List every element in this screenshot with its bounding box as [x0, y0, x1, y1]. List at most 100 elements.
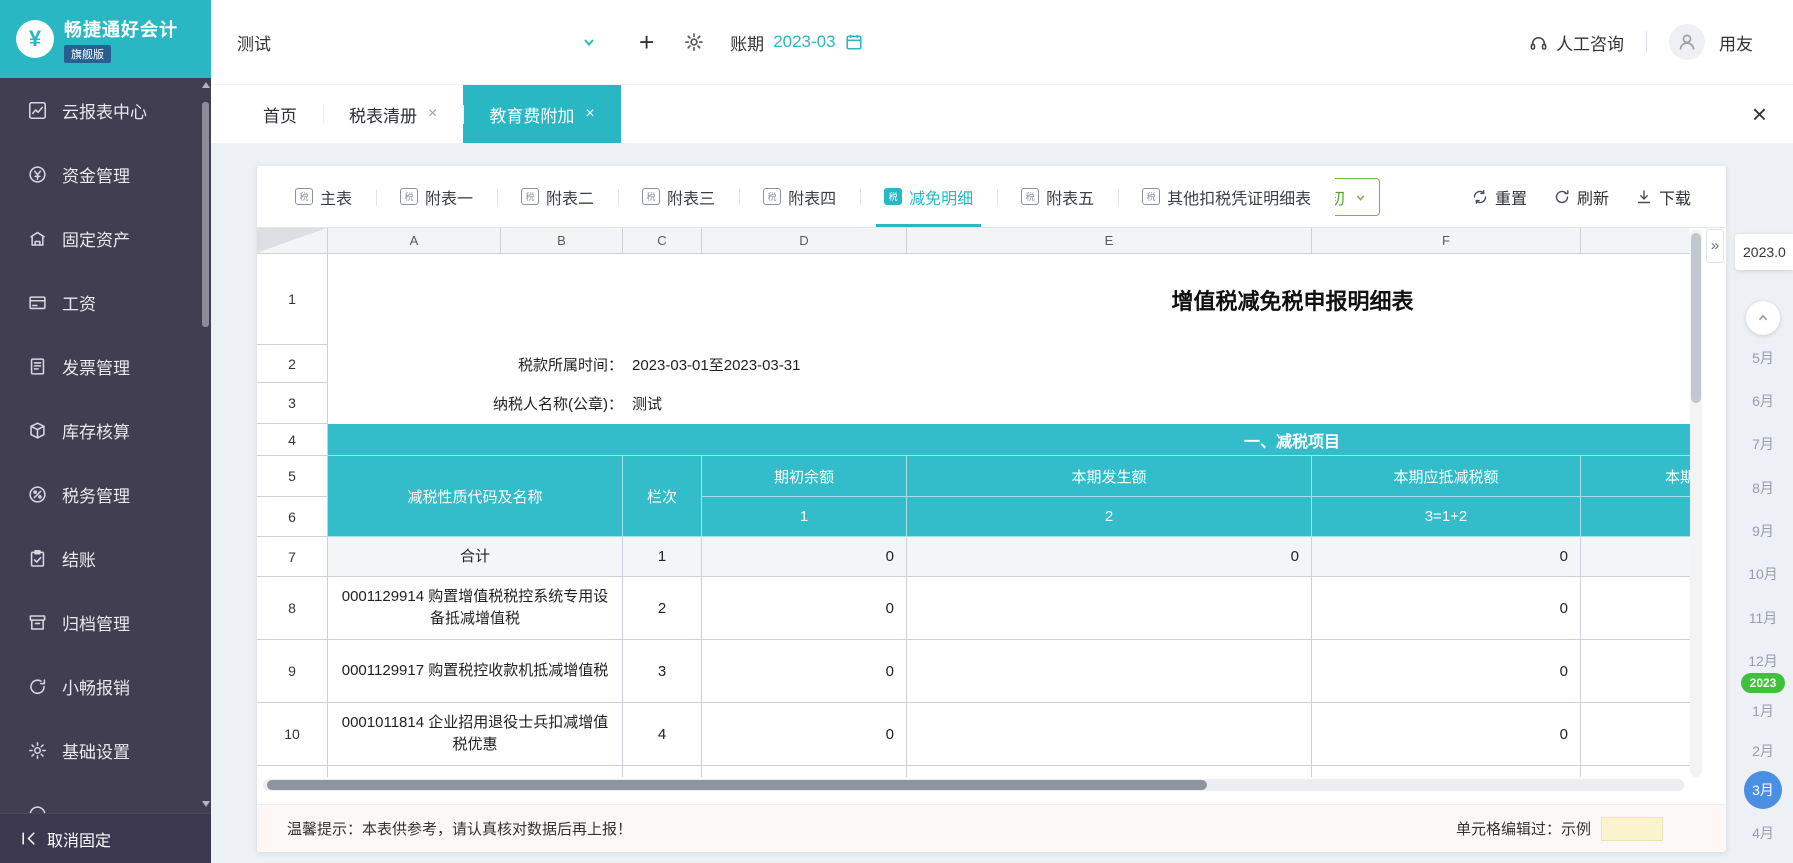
empty-cell[interactable]: [328, 766, 623, 777]
refresh-button[interactable]: 刷新: [1554, 185, 1609, 209]
sheet-tab-appendix1[interactable]: 税附表一: [376, 166, 498, 227]
column-header-g[interactable]: [1581, 228, 1690, 254]
empty-cell[interactable]: [1581, 577, 1690, 640]
empty-cell[interactable]: [1123, 383, 1690, 424]
avatar[interactable]: [1669, 24, 1705, 60]
sidebar-item-closing[interactable]: 结账: [0, 526, 211, 590]
month-item-4[interactable]: 4月: [1733, 821, 1793, 845]
empty-cell[interactable]: [702, 766, 907, 777]
sheet-tab-main[interactable]: 税主表: [271, 166, 377, 227]
row-number[interactable]: 2: [257, 345, 328, 383]
horizontal-scrollbar-thumb[interactable]: [267, 780, 1207, 790]
cell-v2[interactable]: [907, 640, 1312, 703]
cell-v3[interactable]: 0: [1312, 640, 1581, 703]
collapse-panel-button[interactable]: »: [1706, 229, 1724, 263]
cell-name[interactable]: 0001129917 购置税控收款机抵减增值税: [328, 640, 623, 703]
tab-home[interactable]: 首页: [237, 85, 323, 143]
period-range-label[interactable]: 税款所属时间：: [328, 345, 623, 383]
unpin-button[interactable]: 取消固定: [0, 813, 211, 863]
sidebar-item-partial[interactable]: [0, 782, 211, 813]
cell-col[interactable]: 4: [623, 703, 702, 766]
cell-v1[interactable]: 0: [702, 577, 907, 640]
month-item-6[interactable]: 6月: [1733, 389, 1793, 413]
empty-cell[interactable]: [1312, 766, 1581, 777]
cell-col[interactable]: 2: [623, 577, 702, 640]
download-button[interactable]: 下载: [1636, 185, 1691, 209]
vertical-scrollbar[interactable]: [1690, 229, 1702, 777]
cell-name[interactable]: 0001129914 购置增值税税控系统专用设备抵减增值税: [328, 577, 623, 640]
month-item-10[interactable]: 10月: [1733, 562, 1793, 586]
cell-col[interactable]: 3: [623, 640, 702, 703]
spreadsheet-grid[interactable]: A B C D E F 1 增值税减免税申报明细表 2 税款所属时间： 2023: [257, 228, 1690, 777]
month-item-12[interactable]: 12月: [1733, 649, 1793, 673]
sheet-tab-appendix2[interactable]: 税附表二: [497, 166, 619, 227]
tab-education-surcharge[interactable]: 教育费附加 ×: [463, 85, 621, 143]
cell-name[interactable]: 合计: [328, 537, 623, 577]
column-header-b[interactable]: B: [501, 228, 623, 254]
row-number[interactable]: 9: [257, 640, 328, 703]
scrollbar-thumb[interactable]: [202, 102, 209, 327]
row-number[interactable]: [257, 766, 328, 777]
username[interactable]: 用友: [1719, 30, 1753, 55]
month-item-8[interactable]: 8月: [1733, 476, 1793, 500]
sheet-tab-appendix4[interactable]: 税附表四: [739, 166, 861, 227]
column-header-e[interactable]: E: [907, 228, 1312, 254]
section-title[interactable]: 一、减税项目: [328, 424, 1690, 456]
sidebar-item-reimburse[interactable]: 小畅报销: [0, 654, 211, 718]
reset-button[interactable]: 重置: [1472, 185, 1527, 209]
horizontal-scrollbar[interactable]: [263, 779, 1684, 791]
cell-v3[interactable]: 0: [1312, 703, 1581, 766]
cell-v1[interactable]: 0: [702, 703, 907, 766]
select-all-corner[interactable]: [257, 228, 328, 254]
taxpayer-value[interactable]: 测试: [623, 383, 1123, 424]
header-partial[interactable]: 本期: [1581, 456, 1690, 497]
calendar-icon[interactable]: [845, 33, 863, 51]
cell-v3[interactable]: 0: [1312, 537, 1581, 577]
sheet-tab-other-vouchers[interactable]: 税其他扣税凭证明细表: [1118, 166, 1336, 227]
header-column-no[interactable]: 栏次: [623, 456, 702, 537]
cell-col[interactable]: 1: [623, 537, 702, 577]
column-header-a[interactable]: A: [328, 228, 501, 254]
month-item-5[interactable]: 5月: [1733, 346, 1793, 370]
empty-cell[interactable]: [1581, 703, 1690, 766]
empty-cell[interactable]: [623, 766, 702, 777]
add-account-set-button[interactable]: +: [639, 29, 654, 55]
close-page-icon[interactable]: ×: [1752, 101, 1767, 127]
month-item-1[interactable]: 1月: [1733, 699, 1793, 723]
app-logo[interactable]: ¥ 畅捷通好会计 旗舰版: [0, 0, 211, 78]
subheader-3[interactable]: 3=1+2: [1312, 497, 1581, 537]
period-value[interactable]: 2023-03: [773, 32, 835, 52]
cell-v2[interactable]: [907, 703, 1312, 766]
row-number[interactable]: 10: [257, 703, 328, 766]
header-name[interactable]: 减税性质代码及名称: [328, 456, 623, 537]
empty-cell[interactable]: [1581, 497, 1690, 537]
column-header-c[interactable]: C: [623, 228, 702, 254]
subheader-2[interactable]: 2: [907, 497, 1312, 537]
settings-gear-button[interactable]: [684, 32, 704, 52]
header-opening-balance[interactable]: 期初余额: [702, 456, 907, 497]
month-scroll-up-button[interactable]: [1746, 301, 1780, 335]
row-number[interactable]: 3: [257, 383, 328, 424]
empty-cell[interactable]: [1123, 345, 1690, 383]
period-range-value[interactable]: 2023-03-01至2023-03-31: [623, 345, 1123, 383]
tab-tax-register[interactable]: 税表清册 ×: [323, 85, 463, 143]
cell-v1[interactable]: 0: [702, 537, 907, 577]
row-number[interactable]: 4: [257, 424, 328, 456]
empty-cell[interactable]: [1581, 766, 1690, 777]
sidebar-item-fixed-assets[interactable]: 固定资产: [0, 206, 211, 270]
sheet-title[interactable]: 增值税减免税申报明细表: [328, 254, 1690, 345]
cell-v3[interactable]: 0: [1312, 577, 1581, 640]
taxpayer-label[interactable]: 纳税人名称(公章)：: [328, 383, 623, 424]
row-number[interactable]: 7: [257, 537, 328, 577]
month-item-3-active[interactable]: 3月: [1744, 771, 1782, 809]
cell-v2[interactable]: [907, 577, 1312, 640]
scrollbar-up-arrow[interactable]: [202, 82, 210, 88]
sidebar-scrollbar[interactable]: [202, 82, 210, 807]
sidebar-item-archive[interactable]: 归档管理: [0, 590, 211, 654]
empty-cell[interactable]: [1581, 640, 1690, 703]
header-deductible-amount[interactable]: 本期应抵减税额: [1312, 456, 1581, 497]
header-current-amount[interactable]: 本期发生额: [907, 456, 1312, 497]
sheet-tab-appendix3[interactable]: 税附表三: [618, 166, 740, 227]
row-number[interactable]: 6: [257, 497, 328, 537]
row-number[interactable]: 8: [257, 577, 328, 640]
